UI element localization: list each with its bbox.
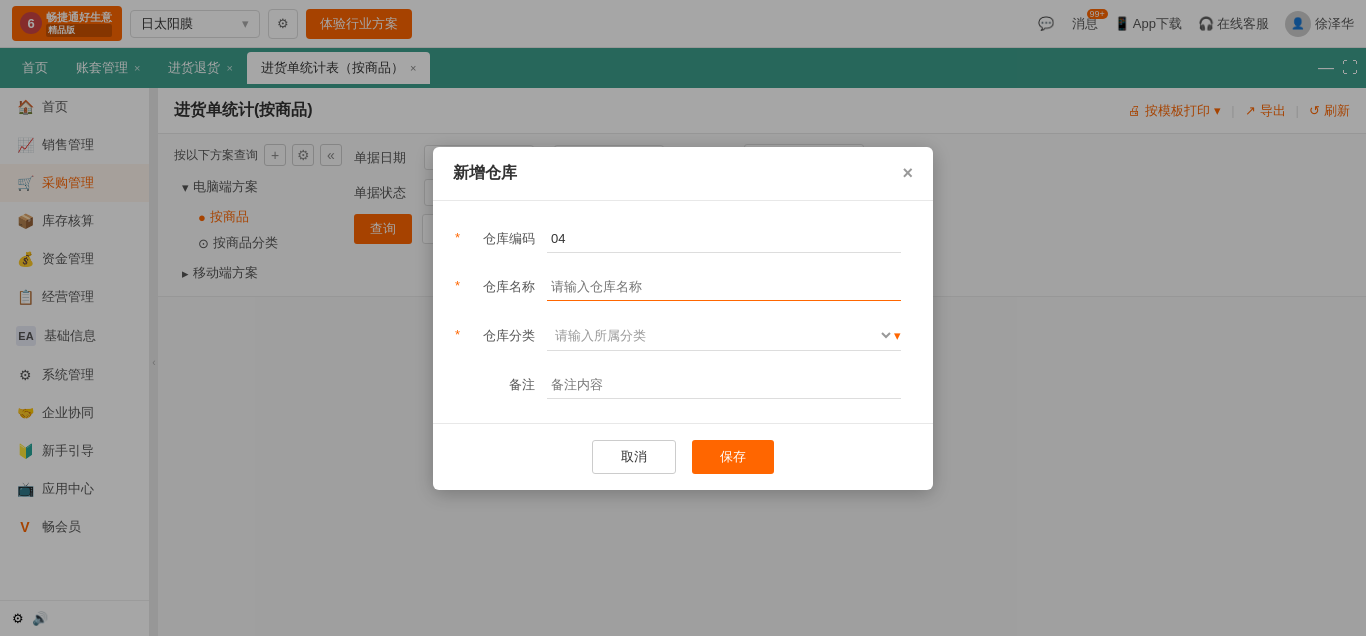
modal-title: 新增仓库	[453, 163, 517, 184]
modal-header: 新增仓库 ×	[433, 147, 933, 201]
warehouse-code-input[interactable]	[547, 225, 901, 253]
cancel-button[interactable]: 取消	[592, 440, 676, 474]
warehouse-category-select[interactable]: 请输入所属分类	[547, 321, 894, 350]
warehouse-category-select-wrap: 请输入所属分类 ▾	[547, 321, 901, 351]
new-warehouse-modal: 新增仓库 × 仓库编码 仓库名称 仓库分类	[433, 147, 933, 490]
modal-footer: 取消 保存	[433, 423, 933, 490]
category-dropdown-icon: ▾	[894, 328, 901, 343]
warehouse-category-label: 仓库分类	[465, 327, 535, 345]
modal-close-button[interactable]: ×	[902, 163, 913, 184]
warehouse-name-input[interactable]	[547, 273, 901, 301]
warehouse-category-row: 仓库分类 请输入所属分类 ▾	[465, 321, 901, 351]
warehouse-code-label: 仓库编码	[465, 230, 535, 248]
warehouse-remark-row: 备注	[465, 371, 901, 399]
modal-body: 仓库编码 仓库名称 仓库分类 请输入所属分类	[433, 201, 933, 423]
save-button[interactable]: 保存	[692, 440, 774, 474]
warehouse-remark-label: 备注	[465, 376, 535, 394]
warehouse-code-row: 仓库编码	[465, 225, 901, 253]
warehouse-name-row: 仓库名称	[465, 273, 901, 301]
warehouse-name-label: 仓库名称	[465, 278, 535, 296]
warehouse-remark-input[interactable]	[547, 371, 901, 399]
modal-overlay: 新增仓库 × 仓库编码 仓库名称 仓库分类	[0, 0, 1366, 636]
